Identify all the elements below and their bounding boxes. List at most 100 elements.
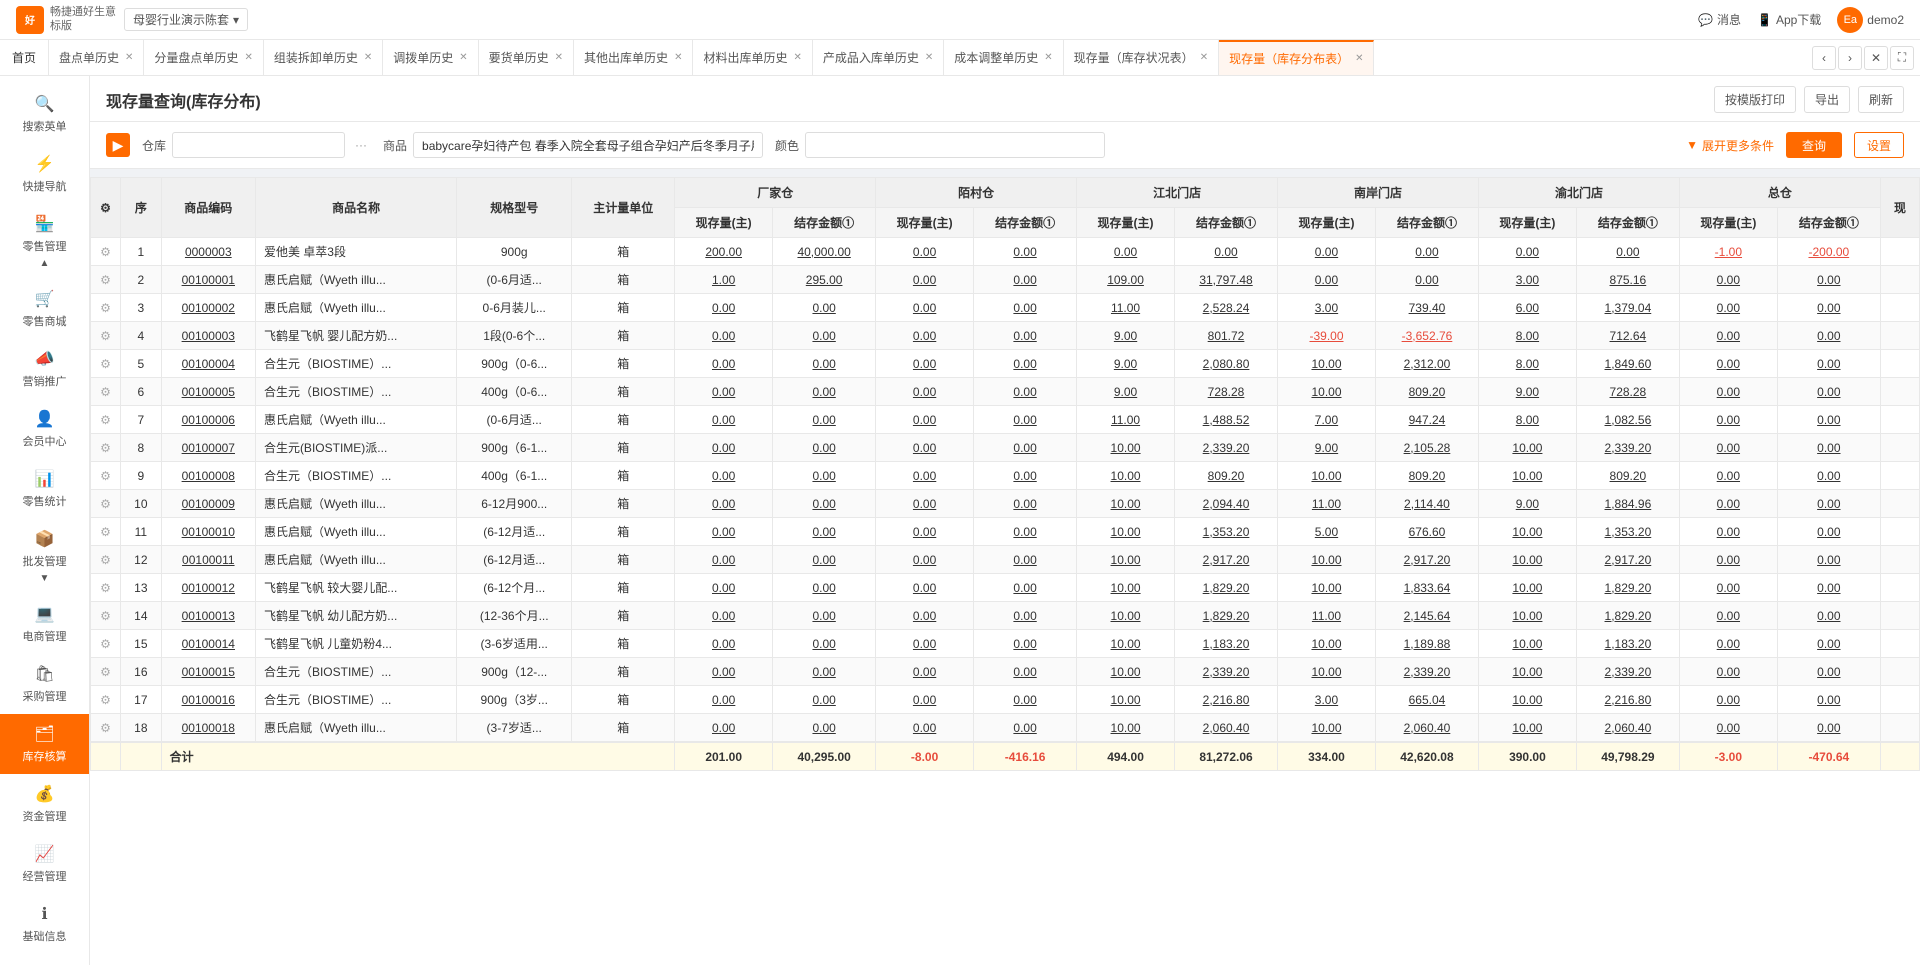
tab-10[interactable]: 现存量（库存状况表） ✕	[1064, 40, 1219, 76]
cell-m-qty[interactable]: 0.00	[876, 518, 974, 546]
cell-j-qty[interactable]: 10.00	[1077, 658, 1175, 686]
cell-y-qty[interactable]: 10.00	[1479, 434, 1577, 462]
cell-code[interactable]: 00100003	[161, 322, 255, 350]
cell-n-qty[interactable]: 5.00	[1278, 518, 1376, 546]
cell-y-qty[interactable]: 10.00	[1479, 546, 1577, 574]
cell-z-qty[interactable]: 0.00	[1679, 602, 1777, 630]
tab-close-icon[interactable]: ✕	[674, 52, 682, 63]
cell-n-qty[interactable]: -39.00	[1278, 322, 1376, 350]
cell-y-qty[interactable]: 10.00	[1479, 574, 1577, 602]
cell-f-qty[interactable]: 0.00	[675, 378, 773, 406]
cell-n-qty[interactable]: 7.00	[1278, 406, 1376, 434]
user-profile[interactable]: Ea demo2	[1837, 7, 1904, 33]
cell-j-amt[interactable]: 1,488.52	[1174, 406, 1277, 434]
cell-gear[interactable]: ⚙	[91, 518, 121, 546]
cell-m-amt[interactable]: 0.00	[974, 238, 1077, 266]
cell-j-qty[interactable]: 10.00	[1077, 546, 1175, 574]
tab-close-icon[interactable]: ✕	[925, 52, 933, 63]
tab-close-icon[interactable]: ✕	[244, 52, 252, 63]
cell-f-qty[interactable]: 0.00	[675, 462, 773, 490]
cell-gear[interactable]: ⚙	[91, 350, 121, 378]
cell-code[interactable]: 00100006	[161, 406, 255, 434]
cell-z-qty[interactable]: 0.00	[1679, 686, 1777, 714]
cell-y-qty[interactable]: 10.00	[1479, 518, 1577, 546]
tab-expand-btn[interactable]: ⛶	[1890, 46, 1914, 70]
cell-z-qty[interactable]: 0.00	[1679, 714, 1777, 743]
cell-z-qty[interactable]: 0.00	[1679, 490, 1777, 518]
cell-f-amt[interactable]: 0.00	[773, 434, 876, 462]
cell-m-amt[interactable]: 0.00	[974, 434, 1077, 462]
cell-f-amt[interactable]: 0.00	[773, 462, 876, 490]
cell-j-amt[interactable]: 1,829.20	[1174, 602, 1277, 630]
cell-f-qty[interactable]: 1.00	[675, 266, 773, 294]
cell-m-qty[interactable]: 0.00	[876, 406, 974, 434]
cell-n-amt[interactable]: 2,339.20	[1375, 658, 1478, 686]
cell-y-qty[interactable]: 3.00	[1479, 266, 1577, 294]
cell-code[interactable]: 00100011	[161, 546, 255, 574]
cell-y-qty[interactable]: 8.00	[1479, 406, 1577, 434]
cell-code[interactable]: 00100015	[161, 658, 255, 686]
sidebar-item-system[interactable]: ⚙ 系统管理	[0, 954, 89, 965]
cell-n-amt[interactable]: 2,114.40	[1375, 490, 1478, 518]
color-input[interactable]	[805, 132, 1105, 158]
cell-gear[interactable]: ⚙	[91, 686, 121, 714]
sidebar-item-nav[interactable]: ⚡ 快捷导航	[0, 144, 89, 204]
tab-next-btn[interactable]: ›	[1838, 46, 1862, 70]
cell-f-qty[interactable]: 0.00	[675, 630, 773, 658]
cell-n-amt[interactable]: 947.24	[1375, 406, 1478, 434]
cell-y-amt[interactable]: 728.28	[1576, 378, 1679, 406]
cell-y-amt[interactable]: 1,082.56	[1576, 406, 1679, 434]
cell-z-qty[interactable]: 0.00	[1679, 266, 1777, 294]
cell-z-amt[interactable]: -200.00	[1777, 238, 1880, 266]
cell-f-amt[interactable]: 0.00	[773, 322, 876, 350]
cell-y-qty[interactable]: 9.00	[1479, 378, 1577, 406]
cell-code[interactable]: 00100001	[161, 266, 255, 294]
refresh-btn[interactable]: 刷新	[1858, 86, 1904, 113]
cell-y-qty[interactable]: 0.00	[1479, 238, 1577, 266]
cell-f-amt[interactable]: 0.00	[773, 630, 876, 658]
cell-z-qty[interactable]: 0.00	[1679, 294, 1777, 322]
cell-f-amt[interactable]: 0.00	[773, 294, 876, 322]
tab-close-icon[interactable]: ✕	[364, 52, 372, 63]
tab-3[interactable]: 组装拆卸单历史 ✕	[264, 40, 383, 76]
cell-m-qty[interactable]: 0.00	[876, 266, 974, 294]
cell-z-amt[interactable]: 0.00	[1777, 602, 1880, 630]
cell-y-qty[interactable]: 10.00	[1479, 602, 1577, 630]
cell-m-qty[interactable]: 0.00	[876, 238, 974, 266]
cell-f-qty[interactable]: 0.00	[675, 686, 773, 714]
cell-f-qty[interactable]: 0.00	[675, 574, 773, 602]
cell-j-amt[interactable]: 2,060.40	[1174, 714, 1277, 743]
cell-n-qty[interactable]: 10.00	[1278, 714, 1376, 743]
cell-y-qty[interactable]: 8.00	[1479, 350, 1577, 378]
cell-n-amt[interactable]: 809.20	[1375, 378, 1478, 406]
cell-y-amt[interactable]: 1,353.20	[1576, 518, 1679, 546]
col-settings[interactable]: ⚙	[91, 178, 121, 238]
cell-j-amt[interactable]: 1,829.20	[1174, 574, 1277, 602]
messages-btn[interactable]: 💬 消息	[1698, 11, 1741, 28]
cell-n-amt[interactable]: 809.20	[1375, 462, 1478, 490]
cell-code[interactable]: 00100016	[161, 686, 255, 714]
cell-y-qty[interactable]: 10.00	[1479, 714, 1577, 743]
cell-y-amt[interactable]: 1,829.20	[1576, 574, 1679, 602]
cell-code[interactable]: 00100004	[161, 350, 255, 378]
cell-y-amt[interactable]: 2,339.20	[1576, 658, 1679, 686]
tab-close-icon[interactable]: ✕	[1355, 53, 1363, 64]
cell-n-amt[interactable]: 2,145.64	[1375, 602, 1478, 630]
tab-7[interactable]: 材料出库单历史 ✕	[693, 40, 812, 76]
cell-j-qty[interactable]: 9.00	[1077, 322, 1175, 350]
tab-close-icon[interactable]: ✕	[793, 52, 801, 63]
cell-z-qty[interactable]: 0.00	[1679, 378, 1777, 406]
sidebar-item-marketing[interactable]: 📣 营销推广	[0, 339, 89, 399]
cell-j-qty[interactable]: 10.00	[1077, 602, 1175, 630]
cell-j-qty[interactable]: 9.00	[1077, 350, 1175, 378]
cell-z-qty[interactable]: 0.00	[1679, 630, 1777, 658]
cell-z-amt[interactable]: 0.00	[1777, 294, 1880, 322]
cell-z-amt[interactable]: 0.00	[1777, 266, 1880, 294]
cell-f-amt[interactable]: 0.00	[773, 378, 876, 406]
warehouse-input[interactable]	[172, 132, 345, 158]
cell-j-qty[interactable]: 10.00	[1077, 518, 1175, 546]
tab-11[interactable]: 现存量（库存分布表） ✕	[1219, 40, 1374, 76]
cell-n-qty[interactable]: 10.00	[1278, 574, 1376, 602]
cell-m-amt[interactable]: 0.00	[974, 686, 1077, 714]
sidebar-item-retail-mgmt[interactable]: 🏪 零售管理 ▲	[0, 204, 89, 279]
